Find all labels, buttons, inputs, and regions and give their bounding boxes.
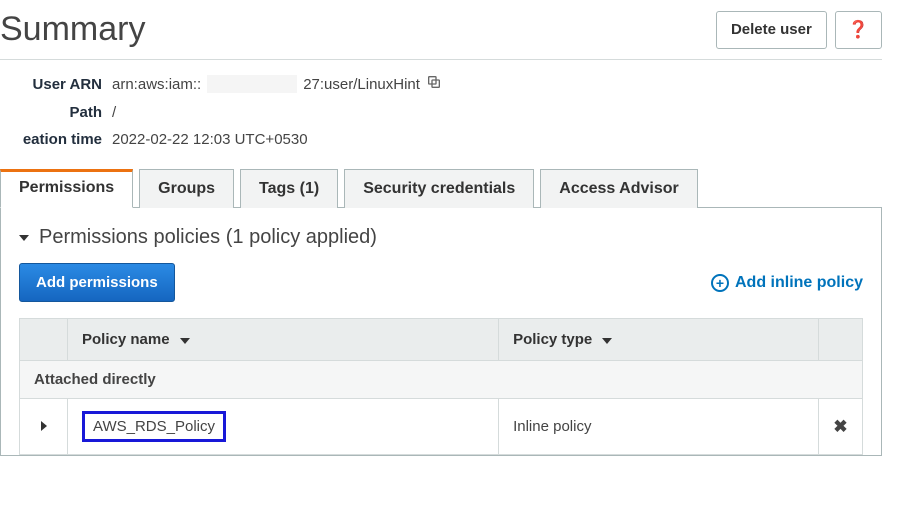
sort-caret-icon — [180, 338, 190, 344]
help-icon: ❓ — [848, 20, 869, 39]
caret-down-icon — [19, 235, 29, 241]
creation-time-label: eation time — [0, 131, 112, 148]
tab-security-credentials[interactable]: Security credentials — [344, 169, 534, 208]
policy-name-link[interactable]: AWS_RDS_Policy — [82, 411, 226, 442]
path-label: Path — [0, 104, 112, 121]
tab-permissions[interactable]: Permissions — [0, 169, 133, 208]
col-policy-type-label: Policy type — [513, 331, 592, 348]
plus-circle-icon: + — [711, 274, 729, 292]
copy-arn-icon[interactable] — [426, 74, 442, 94]
tab-groups[interactable]: Groups — [139, 169, 234, 208]
delete-user-button[interactable]: Delete user — [716, 11, 827, 49]
add-inline-policy-link[interactable]: + Add inline policy — [711, 274, 863, 292]
path-value: / — [112, 104, 116, 121]
policies-section-toggle[interactable]: Permissions policies (1 policy applied) — [19, 226, 863, 249]
col-policy-type[interactable]: Policy type — [499, 319, 819, 361]
user-arn-suffix: 27:user/LinuxHint — [303, 76, 420, 93]
col-remove — [819, 319, 863, 361]
expand-row-icon[interactable] — [41, 421, 47, 431]
help-button[interactable]: ❓ — [835, 11, 882, 49]
remove-policy-icon[interactable]: ✖ — [833, 417, 847, 436]
tab-tags[interactable]: Tags (1) — [240, 169, 338, 208]
add-permissions-button[interactable]: Add permissions — [19, 263, 175, 302]
col-policy-name[interactable]: Policy name — [68, 319, 499, 361]
sort-caret-icon — [602, 338, 612, 344]
col-policy-name-label: Policy name — [82, 331, 170, 348]
table-row: AWS_RDS_Policy Inline policy ✖ — [20, 399, 863, 455]
page-title: Summary — [0, 10, 145, 49]
creation-time-value: 2022-02-22 12:03 UTC+0530 — [112, 131, 308, 148]
user-arn-label: User ARN — [0, 76, 112, 93]
user-arn-prefix: arn:aws:iam:: — [112, 76, 201, 93]
col-expand — [20, 319, 68, 361]
add-inline-policy-label: Add inline policy — [735, 274, 863, 292]
policies-section-title: Permissions policies (1 policy applied) — [39, 226, 377, 249]
policy-type-value: Inline policy — [499, 399, 819, 455]
group-attached-directly: Attached directly — [20, 361, 863, 399]
policies-table: Policy name Policy type Attached directl… — [19, 318, 863, 455]
tab-access-advisor[interactable]: Access Advisor — [540, 169, 697, 208]
tabs: Permissions Groups Tags (1) Security cre… — [0, 168, 882, 208]
user-arn-redacted — [207, 75, 297, 93]
